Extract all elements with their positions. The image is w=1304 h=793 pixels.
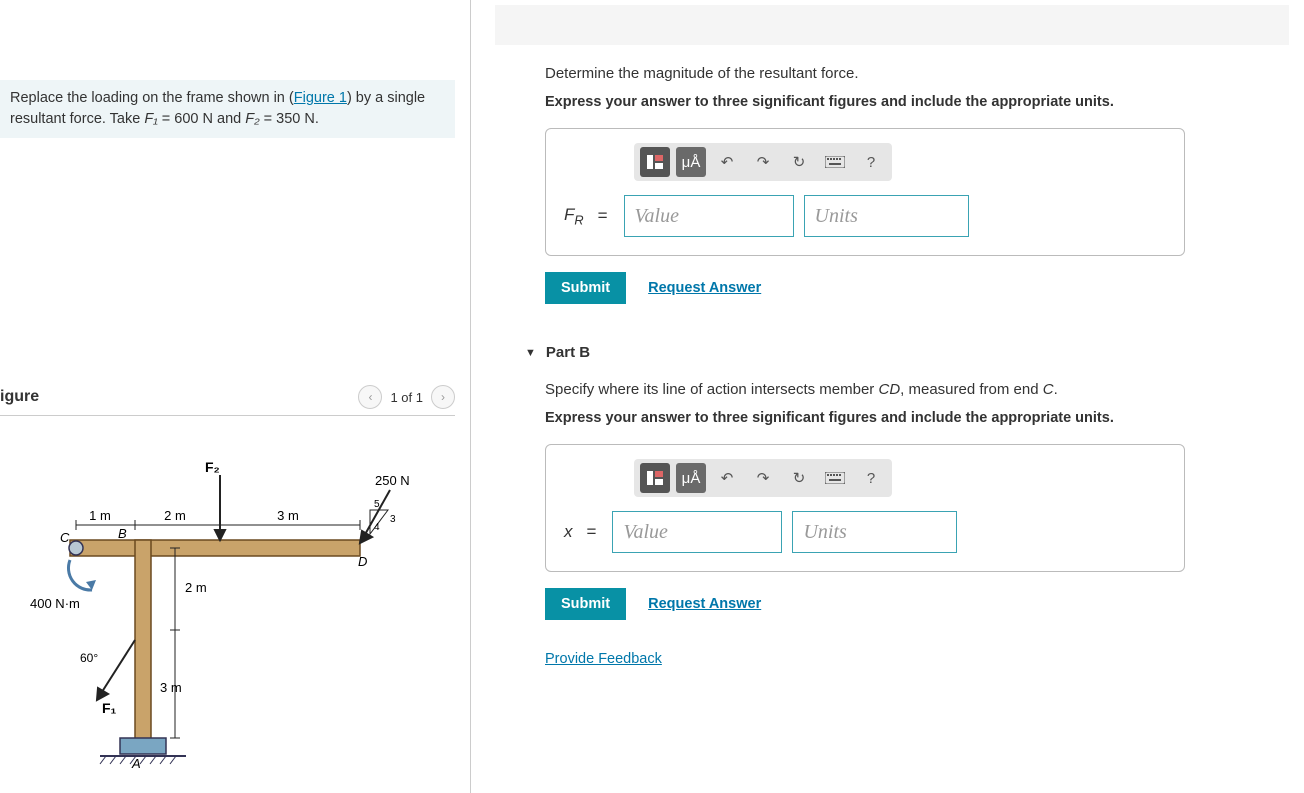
tri-5: 5 <box>374 499 380 510</box>
f2-var: F₂ <box>245 111 259 127</box>
label-d: D <box>358 554 367 569</box>
part-a-request-answer-link[interactable]: Request Answer <box>648 280 761 296</box>
part-b: Specify where its line of action interse… <box>495 373 1289 677</box>
units-icon[interactable]: μÅ <box>676 147 706 177</box>
and-text: and <box>213 111 245 127</box>
part-b-toolbar: μÅ ↶ ↷ ↻ ? <box>634 459 892 497</box>
label-f2: F₂ <box>205 459 220 475</box>
part-a-toolbar: μÅ ↶ ↷ ↻ ? <box>634 143 892 181</box>
part-b-var: x <box>564 522 573 542</box>
part-b-instructions: Express your answer to three significant… <box>545 410 1249 426</box>
help-icon[interactable]: ? <box>856 147 886 177</box>
figure-header: igure ‹ 1 of 1 › <box>0 385 455 416</box>
right-pane: Determine the magnitude of the resultant… <box>495 0 1304 793</box>
feedback-row: Provide Feedback <box>545 650 1249 667</box>
part-b-answer-box: μÅ ↶ ↷ ↻ ? x = Value Units <box>545 444 1185 572</box>
help-icon[interactable]: ? <box>856 463 886 493</box>
left-pane: Replace the loading on the frame shown i… <box>0 0 470 793</box>
part-b-title: Part B <box>546 344 590 361</box>
intro-text: Replace the loading on the frame shown i… <box>10 90 294 106</box>
part-b-answer-row: x = Value Units <box>564 511 1166 553</box>
keyboard-icon[interactable] <box>820 147 850 177</box>
units-icon[interactable]: μÅ <box>676 463 706 493</box>
equals-sign: = <box>598 206 608 226</box>
collapse-icon: ▼ <box>525 347 536 359</box>
equals-sign: = <box>587 522 597 542</box>
tri-4: 4 <box>374 522 380 533</box>
dim-1m: 1 m <box>89 508 111 523</box>
undo-icon[interactable]: ↶ <box>712 463 742 493</box>
f1-val: = 600 N <box>158 111 213 127</box>
problem-statement: Replace the loading on the frame shown i… <box>0 80 455 138</box>
part-b-value-input[interactable]: Value <box>612 511 782 553</box>
part-b-prompt: Specify where its line of action interse… <box>545 381 1249 398</box>
part-a-prompt: Determine the magnitude of the resultant… <box>545 65 1249 82</box>
label-b: B <box>118 526 127 541</box>
period: . <box>315 111 319 127</box>
part-a-submit-button[interactable]: Submit <box>545 272 626 304</box>
part-a-actions: Submit Request Answer <box>545 272 1249 304</box>
f1-var: F₁ <box>144 111 157 127</box>
part-a-answer-row: FR = Value Units <box>564 195 1166 237</box>
figure-page: 1 of 1 <box>390 390 423 405</box>
part-a-var: FR <box>564 205 584 227</box>
part-b-units-input[interactable]: Units <box>792 511 957 553</box>
tri-3: 3 <box>390 514 396 525</box>
keyboard-icon[interactable] <box>820 463 850 493</box>
label-c: C <box>60 530 70 545</box>
label-moment: 400 N·m <box>30 596 80 611</box>
label-a: A <box>131 756 141 770</box>
dim-3m: 3 m <box>277 508 299 523</box>
part-b-submit-button[interactable]: Submit <box>545 588 626 620</box>
undo-icon[interactable]: ↶ <box>712 147 742 177</box>
redo-icon[interactable]: ↷ <box>748 463 778 493</box>
part-b-actions: Submit Request Answer <box>545 588 1249 620</box>
redo-icon[interactable]: ↷ <box>748 147 778 177</box>
dim-v3m: 3 m <box>160 680 182 695</box>
prev-figure-button[interactable]: ‹ <box>358 385 382 409</box>
dim-v2m: 2 m <box>185 580 207 595</box>
label-250n: 250 N <box>375 473 410 488</box>
f2-val: = 350 N <box>260 111 315 127</box>
label-f1: F₁ <box>102 700 117 716</box>
figure-nav: ‹ 1 of 1 › <box>358 385 455 409</box>
reset-icon[interactable]: ↻ <box>784 147 814 177</box>
reset-icon[interactable]: ↻ <box>784 463 814 493</box>
templates-icon[interactable] <box>640 147 670 177</box>
templates-icon[interactable] <box>640 463 670 493</box>
next-figure-button[interactable]: › <box>431 385 455 409</box>
part-b-request-answer-link[interactable]: Request Answer <box>648 596 761 612</box>
label-60deg: 60° <box>80 651 98 665</box>
pane-divider <box>470 0 471 793</box>
part-a: Determine the magnitude of the resultant… <box>495 45 1289 314</box>
figure-title: igure <box>0 388 39 406</box>
part-b-header[interactable]: ▼ Part B <box>525 344 1289 361</box>
dim-2m: 2 m <box>164 508 186 523</box>
provide-feedback-link[interactable]: Provide Feedback <box>545 651 662 667</box>
part-a-value-input[interactable]: Value <box>624 195 794 237</box>
part-a-units-input[interactable]: Units <box>804 195 969 237</box>
part-a-band <box>495 5 1289 45</box>
figure-link[interactable]: Figure 1 <box>294 90 347 106</box>
part-a-answer-box: μÅ ↶ ↷ ↻ ? FR = Value Units <box>545 128 1185 256</box>
figure-diagram: 1 m 2 m 3 m F₂ 250 N 5 3 4 <box>20 430 440 770</box>
part-a-instructions: Express your answer to three significant… <box>545 94 1249 110</box>
